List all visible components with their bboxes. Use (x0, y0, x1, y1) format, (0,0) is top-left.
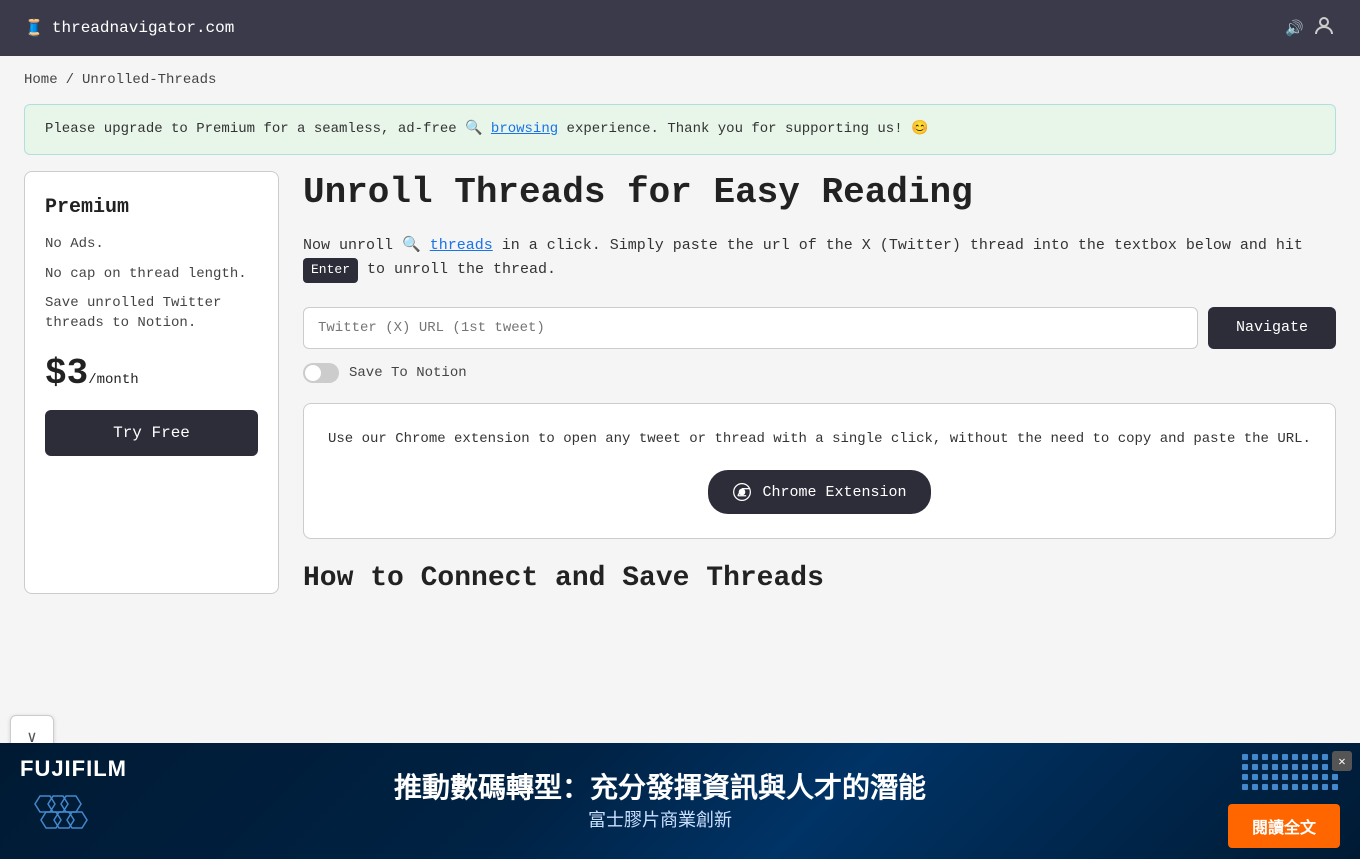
chrome-extension-button[interactable]: Chrome Extension (708, 470, 930, 514)
volume-icon: 🔊 (1285, 19, 1304, 38)
premium-feature-3: Save unrolled Twitter threads to Notion. (45, 294, 258, 333)
notice-text-after: experience. Thank you for supporting us!… (567, 121, 929, 137)
ad-read-button[interactable]: 閱讀全文 (1228, 804, 1340, 848)
breadcrumb-home[interactable]: Home (24, 72, 58, 88)
premium-title: Premium (45, 196, 258, 219)
description: Now unroll 🔍 threads in a click. Simply … (303, 234, 1336, 283)
premium-feature-1: No Ads. (45, 235, 258, 255)
notice-link[interactable]: browsing (491, 121, 558, 137)
price-period: /month (88, 372, 138, 388)
header-brand: 🧵 threadnavigator.com (24, 18, 234, 38)
try-free-button[interactable]: Try Free (45, 410, 258, 456)
ad-text-area: 推動數碼轉型：充分發揮資訊與人才的潛能 富士膠片商業創新 (180, 770, 1140, 832)
fujifilm-hex-icon (20, 786, 110, 846)
page-title: Unroll Threads for Easy Reading (303, 171, 1336, 214)
premium-card: Premium No Ads. No cap on thread length.… (24, 171, 279, 594)
header: 🧵 threadnavigator.com 🔊 (0, 0, 1360, 56)
ad-banner-inner: FUJIFILM 推動數碼轉型：充分發揮資訊與人才的潛能 富士膠片商業創新 (0, 754, 1360, 848)
user-icon[interactable] (1312, 14, 1336, 43)
notice-search-icon: 🔍 (465, 121, 491, 137)
notice-text-before: Please upgrade to Premium for a seamless… (45, 121, 457, 137)
ad-chinese-main: 推動數碼轉型：充分發揮資訊與人才的潛能 (180, 770, 1140, 806)
breadcrumb-current: Unrolled-Threads (82, 72, 216, 88)
desc-search-icon: 🔍 (402, 237, 430, 254)
navigate-button[interactable]: Navigate (1208, 307, 1336, 349)
premium-feature-2: No cap on thread length. (45, 265, 258, 285)
url-input[interactable] (303, 307, 1198, 349)
chrome-ext-label: Chrome Extension (762, 484, 906, 501)
desc-link[interactable]: threads (430, 237, 493, 254)
main-content: Premium No Ads. No cap on thread length.… (0, 171, 1360, 618)
section-heading: How to Connect and Save Threads (303, 563, 1336, 594)
toggle-knob (305, 365, 321, 381)
desc-after: to unroll the thread. (367, 261, 556, 278)
price-amount: $3 (45, 353, 88, 394)
extension-text: Use our Chrome extension to open any twe… (328, 428, 1311, 450)
save-notion-row: Save To Notion (303, 363, 1336, 383)
ad-chinese-sub: 富士膠片商業創新 (180, 806, 1140, 832)
ad-close-area: ✕ (1332, 751, 1352, 771)
breadcrumb: Home / Unrolled-Threads (0, 56, 1360, 104)
extension-box: Use our Chrome extension to open any twe… (303, 403, 1336, 539)
header-actions: 🔊 (1285, 14, 1336, 43)
ad-close-button[interactable]: ✕ (1332, 751, 1352, 771)
extension-btn-row: Chrome Extension (328, 470, 1311, 514)
breadcrumb-sep: / (66, 72, 74, 88)
fujifilm-brand: FUJIFILM (20, 756, 127, 782)
logo-icon: 🧵 (24, 18, 44, 38)
right-content: Unroll Threads for Easy Reading Now unro… (303, 171, 1336, 594)
enter-key-badge: Enter (303, 258, 358, 283)
premium-price: $3/month (45, 353, 258, 394)
ad-right-area: 閱讀全文 (1140, 754, 1340, 848)
chrome-icon (732, 482, 752, 502)
ad-dots (1242, 754, 1340, 792)
notice-bar: Please upgrade to Premium for a seamless… (24, 104, 1336, 155)
site-name: threadnavigator.com (52, 19, 234, 37)
save-notion-label: Save To Notion (349, 365, 467, 381)
desc-middle: in a click. Simply paste the url of the … (502, 237, 1303, 254)
save-notion-toggle[interactable] (303, 363, 339, 383)
fujifilm-logo-area: FUJIFILM (20, 756, 160, 846)
url-input-row: Navigate (303, 307, 1336, 349)
desc-before: Now unroll (303, 237, 393, 254)
ad-banner: ✕ FUJIFILM 推動數碼轉型：充分發揮資訊與人才的潛能 富士膠片商業創新 (0, 743, 1360, 859)
